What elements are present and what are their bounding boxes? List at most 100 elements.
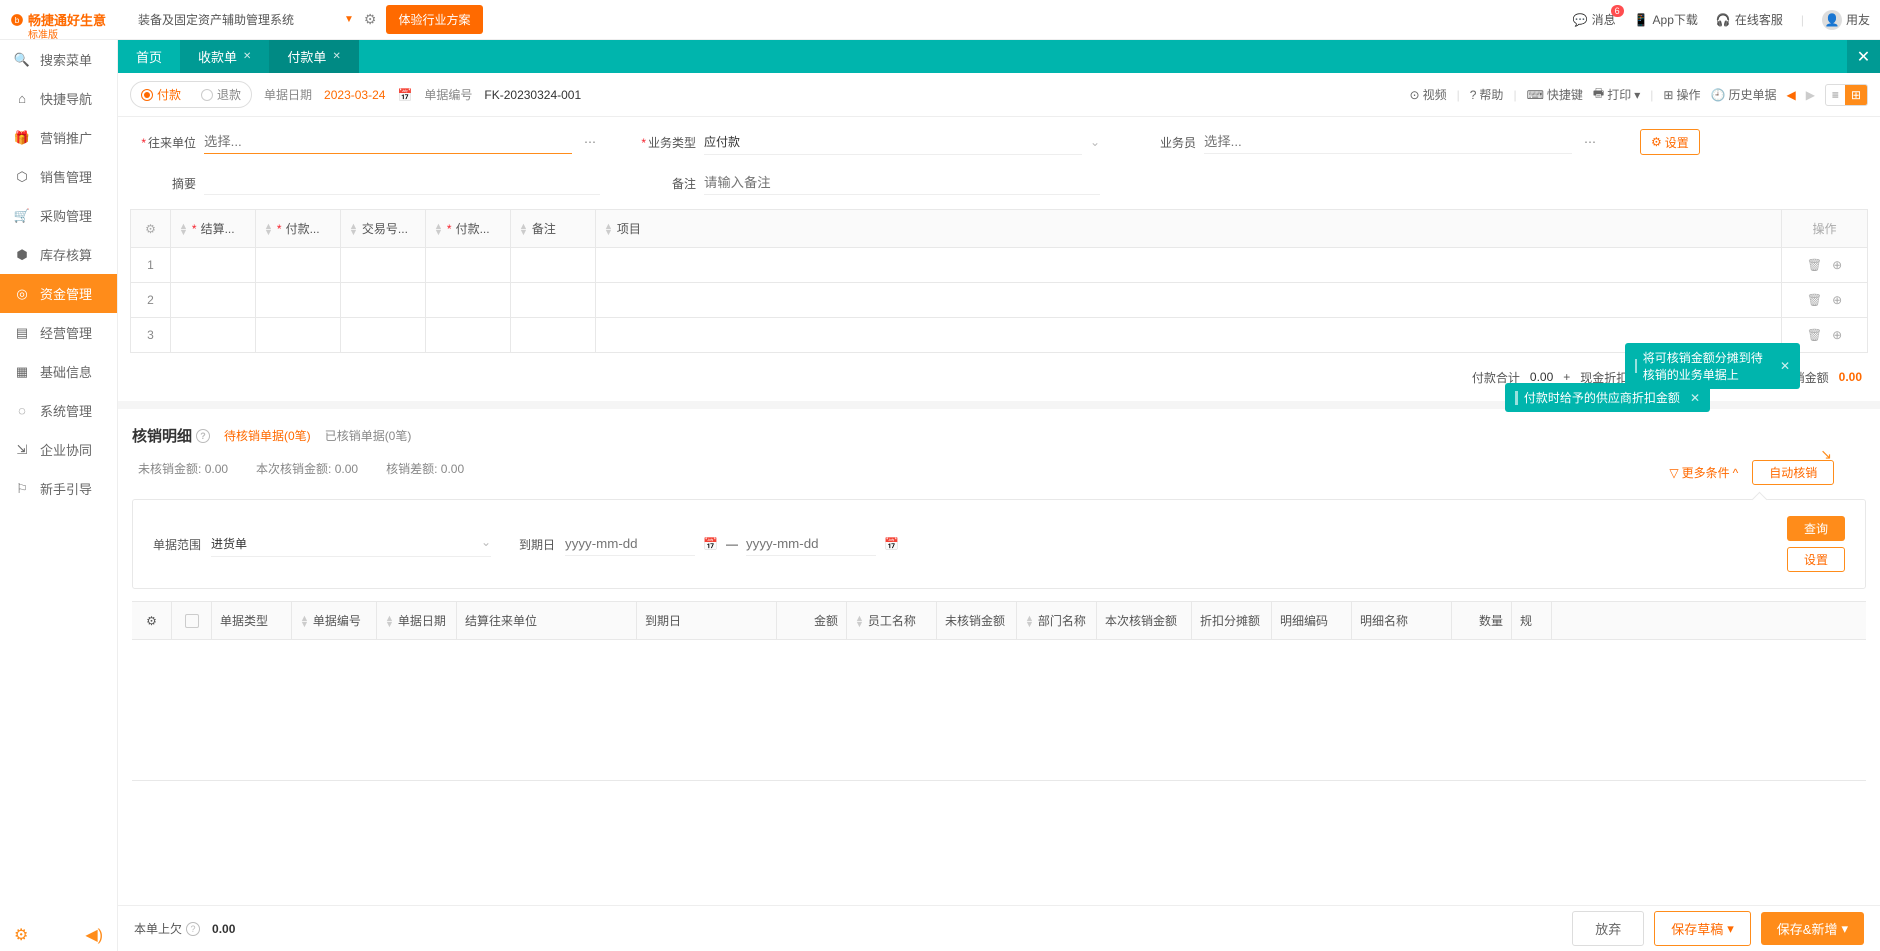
col-amount[interactable]: 金额	[777, 602, 847, 639]
operate-link[interactable]: ⊞ 操作	[1663, 86, 1700, 103]
col-emp[interactable]: ▲▼员工名称	[847, 602, 937, 639]
service-link[interactable]: 🎧 在线客服	[1716, 11, 1783, 28]
table-row[interactable]: 2 🗑⊕	[131, 283, 1867, 318]
sidebar-item-system[interactable]: ◌系统管理	[0, 391, 117, 430]
col-detailname[interactable]: 明细名称	[1352, 602, 1452, 639]
next-doc[interactable]: ▶	[1806, 88, 1815, 102]
col-pay2[interactable]: ▲▼*付款...	[426, 210, 511, 247]
close-icon[interactable]: ✕	[1780, 359, 1790, 373]
col-doctype[interactable]: 单据类型	[212, 602, 292, 639]
cell[interactable]	[171, 318, 256, 352]
history-link[interactable]: 🕘 历史单据	[1710, 86, 1776, 103]
date-to-input[interactable]	[746, 532, 876, 556]
info-icon[interactable]: ?	[186, 922, 200, 936]
col-remark[interactable]: ▲▼备注	[511, 210, 596, 247]
close-icon[interactable]: ✕	[243, 51, 251, 62]
auto-writeoff-button[interactable]: 自动核销	[1752, 460, 1834, 485]
sidebar-item-collab[interactable]: ⇲企业协同	[0, 430, 117, 469]
checkbox-icon[interactable]	[185, 614, 199, 628]
col-spec[interactable]: 规	[1512, 602, 1552, 639]
tab-home[interactable]: 首页	[118, 40, 180, 73]
tab-done[interactable]: 已核销单据(0笔)	[325, 427, 412, 444]
checkbox-column[interactable]	[172, 602, 212, 639]
sidebar-item-finance[interactable]: ◎资金管理	[0, 274, 117, 313]
col-discount[interactable]: 折扣分摊额	[1192, 602, 1272, 639]
sidebar-item-inventory[interactable]: ⬢库存核算	[0, 235, 117, 274]
cell[interactable]	[596, 283, 1782, 317]
pay-radio[interactable]: 付款	[131, 82, 191, 107]
info-icon[interactable]: ?	[196, 429, 210, 443]
col-detailcode[interactable]: 明细编码	[1272, 602, 1352, 639]
cell[interactable]	[256, 248, 341, 282]
cell[interactable]	[511, 283, 596, 317]
save-draft-button[interactable]: 保存草稿▾	[1654, 911, 1751, 946]
cell[interactable]	[341, 318, 426, 352]
col-docdate[interactable]: ▲▼单据日期	[377, 602, 457, 639]
col-unwrite[interactable]: 未核销金额	[937, 602, 1017, 639]
sidebar-item-search[interactable]: 🔍搜索菜单	[0, 40, 117, 79]
sidebar-item-marketing[interactable]: 🎁营销推广	[0, 118, 117, 157]
close-all-tabs[interactable]: ✕	[1847, 40, 1880, 73]
date-from-input[interactable]	[565, 532, 695, 556]
cell[interactable]	[596, 248, 1782, 282]
save-new-button[interactable]: 保存&新增▾	[1761, 912, 1864, 945]
calendar-icon[interactable]: 📅	[884, 537, 899, 551]
sidebar-item-guide[interactable]: ⚐新手引导	[0, 469, 117, 508]
view-grid[interactable]: ⊞	[1845, 85, 1867, 105]
cell[interactable]	[426, 318, 511, 352]
summary-input[interactable]	[204, 171, 600, 195]
col-settle[interactable]: ▲▼*结算...	[171, 210, 256, 247]
calendar-icon[interactable]: 📅	[397, 88, 412, 102]
video-link[interactable]: ⊙ 视频	[1410, 86, 1447, 103]
shortcut-link[interactable]: ⌨ 快捷键	[1527, 86, 1583, 103]
cell[interactable]	[426, 283, 511, 317]
user-menu[interactable]: 👤 用友	[1822, 10, 1870, 30]
cell[interactable]	[426, 248, 511, 282]
cell[interactable]	[341, 248, 426, 282]
tab-pending[interactable]: 待核销单据(0笔)	[224, 427, 311, 444]
view-list[interactable]: ≡	[1826, 85, 1845, 105]
sidebar-item-operation[interactable]: ▤经营管理	[0, 313, 117, 352]
biz-type-select[interactable]: 应付款	[704, 129, 1082, 155]
tab-payment[interactable]: 付款单✕	[269, 40, 358, 73]
tab-receipt[interactable]: 收款单✕	[180, 40, 269, 73]
remark-input[interactable]	[704, 171, 1100, 195]
col-dept[interactable]: ▲▼部门名称	[1017, 602, 1097, 639]
app-download-link[interactable]: 📱 App下载	[1634, 11, 1698, 28]
col-project[interactable]: ▲▼项目	[596, 210, 1782, 247]
close-icon[interactable]: ✕	[332, 51, 340, 62]
collapse-icon[interactable]: ◀)	[85, 925, 103, 945]
col-settleunit[interactable]: 结算往来单位	[457, 602, 637, 639]
col-pay[interactable]: ▲▼*付款...	[256, 210, 341, 247]
chevron-down-icon[interactable]: ⌄	[1090, 135, 1100, 149]
cell[interactable]	[171, 248, 256, 282]
cell[interactable]	[256, 283, 341, 317]
cell[interactable]	[171, 283, 256, 317]
partner-input[interactable]	[204, 130, 572, 154]
system-selector[interactable]: 装备及固定资产辅助管理系统 ▼	[138, 11, 354, 28]
cell[interactable]	[511, 248, 596, 282]
cell[interactable]	[596, 318, 1782, 352]
col-current[interactable]: 本次核销金额	[1097, 602, 1192, 639]
close-icon[interactable]: ✕	[1690, 391, 1700, 405]
trial-button[interactable]: 体验行业方案	[386, 5, 482, 34]
more-filter-toggle[interactable]: ▽更多条件^	[1669, 464, 1738, 481]
sidebar-item-purchase[interactable]: 🛒采购管理	[0, 196, 117, 235]
table-row[interactable]: 1 🗑⊕	[131, 248, 1867, 283]
filter-settings-button[interactable]: 设置	[1787, 547, 1845, 572]
prev-doc[interactable]: ◀	[1786, 88, 1795, 102]
col-trade[interactable]: ▲▼交易号...	[341, 210, 426, 247]
gear-column[interactable]: ⚙	[131, 210, 171, 247]
sidebar-item-quick[interactable]: ⌂快捷导航	[0, 79, 117, 118]
refund-radio[interactable]: 退款	[191, 82, 251, 107]
cell[interactable]	[256, 318, 341, 352]
staff-input[interactable]	[1204, 130, 1572, 154]
col-qty[interactable]: 数量	[1452, 602, 1512, 639]
messages-link[interactable]: 💬 消息 6	[1573, 11, 1616, 28]
gear-icon[interactable]: ⚙	[364, 11, 377, 28]
cell[interactable]	[511, 318, 596, 352]
settings-button[interactable]: ⚙设置	[1640, 129, 1700, 155]
query-button[interactable]: 查询	[1787, 516, 1845, 541]
col-due[interactable]: 到期日	[637, 602, 777, 639]
add-icon[interactable]: ⊕	[1832, 293, 1842, 307]
